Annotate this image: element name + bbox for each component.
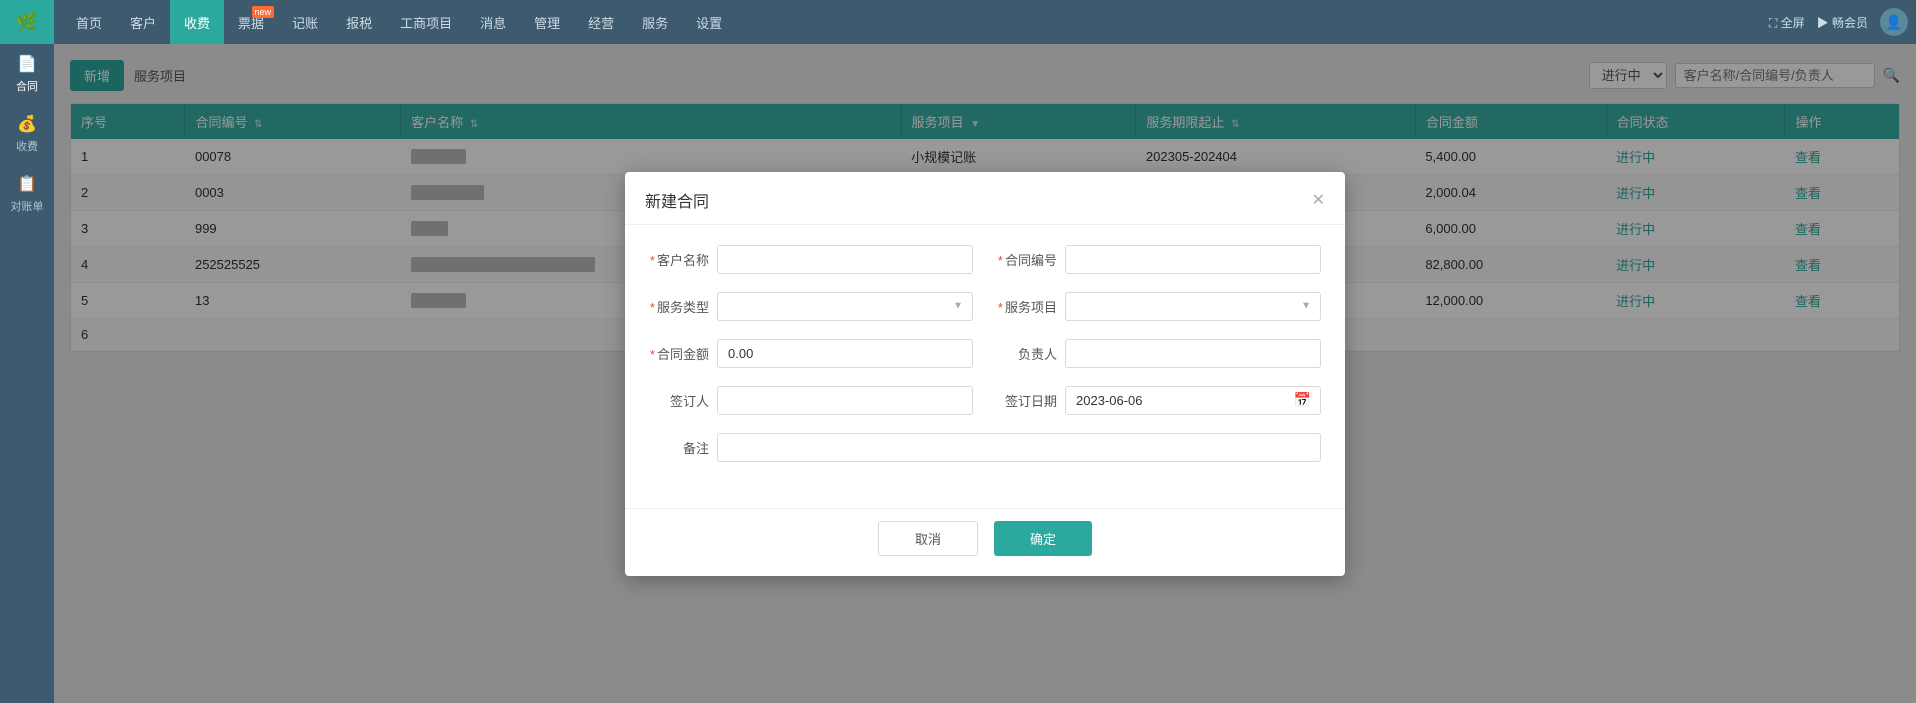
logo-icon: 🌿 xyxy=(16,12,38,33)
new-badge: new xyxy=(252,6,275,18)
notes-label: 备注 xyxy=(649,438,709,457)
nav-billing[interactable]: 收费 xyxy=(170,0,224,44)
app-logo[interactable]: 🌿 xyxy=(0,0,54,44)
main-area: 首页 客户 收费 票据 new 记账 报税 工商项目 消息 管理 经营 服务 设… xyxy=(54,0,1916,703)
sidebar-item-label: 对账单 xyxy=(11,198,44,214)
contract-no-input[interactable] xyxy=(1065,245,1321,274)
sidebar-item-statement[interactable]: 📋 对账单 xyxy=(0,164,54,224)
field-responsible: 负责人 xyxy=(997,339,1321,368)
nav-business[interactable]: 工商项目 xyxy=(386,0,466,44)
nav-message[interactable]: 消息 xyxy=(466,0,520,44)
billing-icon: 💰 xyxy=(17,114,37,134)
modal-dialog: 新建合同 ✕ *客户名称 *合同编号 xyxy=(625,172,1345,576)
modal-footer: 取消 确定 xyxy=(625,508,1345,576)
topnav: 首页 客户 收费 票据 new 记账 报税 工商项目 消息 管理 经营 服务 设… xyxy=(54,0,1916,44)
contract-no-label: *合同编号 xyxy=(997,250,1057,269)
modal-close-button[interactable]: ✕ xyxy=(1312,190,1325,210)
nav-manage[interactable]: 管理 xyxy=(520,0,574,44)
sign-date-label: 签订日期 xyxy=(997,391,1057,410)
service-item-select[interactable] xyxy=(1065,292,1321,321)
content-area: 新增 服务项目 进行中 已完成 已取消 🔍 序号 xyxy=(54,44,1916,703)
statement-icon: 📋 xyxy=(17,174,37,194)
nav-customer[interactable]: 客户 xyxy=(116,0,170,44)
fullscreen-button[interactable]: ⛶ 全屏 xyxy=(1769,14,1805,31)
service-item-select-wrapper xyxy=(1065,292,1321,321)
notes-input[interactable] xyxy=(717,433,1321,462)
form-row-5: 备注 xyxy=(649,433,1321,462)
confirm-button[interactable]: 确定 xyxy=(994,521,1092,556)
sidebar-item-label: 收费 xyxy=(16,138,38,154)
sign-date-input[interactable] xyxy=(1065,386,1321,415)
service-type-label: *服务类型 xyxy=(649,297,709,316)
sidebar-item-contract[interactable]: 📄 合同 xyxy=(0,44,54,104)
nav-operation[interactable]: 经营 xyxy=(574,0,628,44)
sidebar-item-billing[interactable]: 💰 收费 xyxy=(0,104,54,164)
contract-amount-label: *合同金额 xyxy=(649,344,709,363)
field-service-type: *服务类型 xyxy=(649,292,973,321)
form-row-4: 签订人 签订日期 📅 xyxy=(649,386,1321,415)
field-customer-name: *客户名称 xyxy=(649,245,973,274)
member-button[interactable]: ▶ 畅会员 xyxy=(1817,14,1868,31)
contract-amount-input[interactable] xyxy=(717,339,973,368)
cancel-button[interactable]: 取消 xyxy=(878,521,978,556)
form-row-3: *合同金额 负责人 xyxy=(649,339,1321,368)
field-signer: 签订人 xyxy=(649,386,973,415)
sign-date-wrapper: 📅 xyxy=(1065,386,1321,415)
nav-bookkeeping[interactable]: 记账 xyxy=(278,0,332,44)
modal-title: 新建合同 xyxy=(645,188,709,212)
modal-body: *客户名称 *合同编号 *服务类型 xyxy=(625,225,1345,500)
service-item-label: *服务项目 xyxy=(997,297,1057,316)
field-sign-date: 签订日期 📅 xyxy=(997,386,1321,415)
responsible-input[interactable] xyxy=(1065,339,1321,368)
sidebar-item-label: 合同 xyxy=(16,78,38,94)
nav-invoice[interactable]: 票据 new xyxy=(224,0,278,44)
signer-input[interactable] xyxy=(717,386,973,415)
nav-service[interactable]: 服务 xyxy=(628,0,682,44)
nav-settings[interactable]: 设置 xyxy=(682,0,736,44)
calendar-icon[interactable]: 📅 xyxy=(1294,392,1311,409)
sidebar: 🌿 📄 合同 💰 收费 📋 对账单 xyxy=(0,0,54,703)
modal-overlay[interactable]: 新建合同 ✕ *客户名称 *合同编号 xyxy=(54,44,1916,703)
nav-right: ⛶ 全屏 ▶ 畅会员 👤 xyxy=(1769,8,1908,36)
field-notes: 备注 xyxy=(649,433,1321,462)
modal-header: 新建合同 ✕ xyxy=(625,172,1345,225)
field-service-item: *服务项目 xyxy=(997,292,1321,321)
service-type-select-wrapper xyxy=(717,292,973,321)
avatar[interactable]: 👤 xyxy=(1880,8,1908,36)
form-row-2: *服务类型 *服务项目 xyxy=(649,292,1321,321)
customer-name-input[interactable] xyxy=(717,245,973,274)
customer-name-label: *客户名称 xyxy=(649,250,709,269)
nav-tax[interactable]: 报税 xyxy=(332,0,386,44)
service-type-select[interactable] xyxy=(717,292,973,321)
field-contract-no: *合同编号 xyxy=(997,245,1321,274)
contract-icon: 📄 xyxy=(17,54,37,74)
nav-home[interactable]: 首页 xyxy=(62,0,116,44)
responsible-label: 负责人 xyxy=(997,344,1057,363)
field-contract-amount: *合同金额 xyxy=(649,339,973,368)
signer-label: 签订人 xyxy=(649,391,709,410)
form-row-1: *客户名称 *合同编号 xyxy=(649,245,1321,274)
